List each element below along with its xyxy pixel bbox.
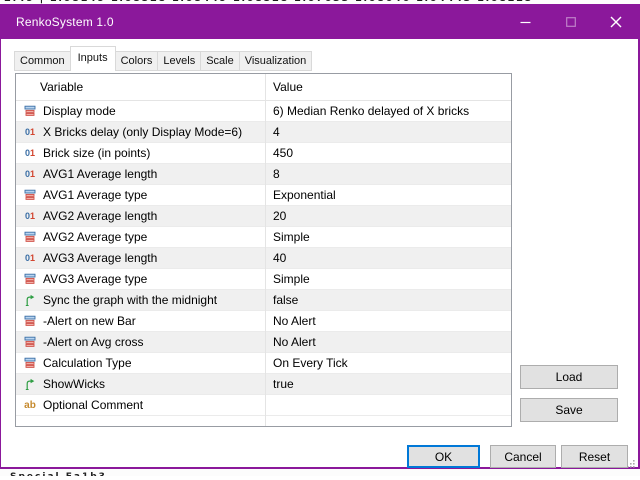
value-cell[interactable]: 6) Median Renko delayed of X bricks [265, 104, 511, 118]
integer-icon: 01 [24, 169, 36, 179]
value-cell[interactable]: Simple [265, 230, 511, 244]
integer-icon: 01 [24, 148, 36, 158]
header-variable: Variable [40, 80, 84, 94]
table-row[interactable]: Display mode 6) Median Renko delayed of X… [16, 101, 511, 122]
variable-label: Sync the graph with the midnight [43, 293, 218, 307]
value-cell[interactable]: Simple [265, 272, 511, 286]
table-row[interactable]: 01 AVG2 Average length 20 [16, 206, 511, 227]
variable-label: AVG2 Average type [43, 230, 148, 244]
close-button[interactable] [593, 5, 638, 39]
table-row[interactable]: 01 AVG3 Average length 40 [16, 248, 511, 269]
enum-icon [23, 357, 37, 369]
variable-label: AVG2 Average length [43, 209, 158, 223]
variable-label: ShowWicks [43, 377, 106, 391]
table-row[interactable]: AVG3 Average type Simple [16, 269, 511, 290]
variable-label: -Alert on new Bar [43, 314, 136, 328]
value-cell[interactable]: 8 [265, 167, 511, 181]
resize-grip[interactable] [626, 455, 635, 468]
variable-label: Calculation Type [43, 356, 132, 370]
table-header: Variable Value [16, 74, 511, 101]
title-bar[interactable]: RenkoSystem 1.0 [1, 5, 638, 39]
table-row[interactable]: 01 Brick size (in points) 450 [16, 143, 511, 164]
variable-label: AVG1 Average type [43, 188, 148, 202]
dialog-window: RenkoSystem 1.0 Common Inputs Colors Levels… [0, 4, 640, 469]
value-cell[interactable]: true [265, 377, 511, 391]
value-cell[interactable]: On Every Tick [265, 356, 511, 370]
boolean-icon [23, 294, 37, 306]
integer-icon: 01 [24, 211, 36, 221]
variable-label: X Bricks delay (only Display Mode=6) [43, 125, 243, 139]
boolean-icon [23, 378, 37, 390]
value-cell[interactable]: 450 [265, 146, 511, 160]
variable-label: Brick size (in points) [43, 146, 151, 160]
integer-icon: 01 [24, 127, 36, 137]
table-row[interactable]: ShowWicks true [16, 374, 511, 395]
table-row[interactable]: Calculation Type On Every Tick [16, 353, 511, 374]
column-divider [265, 74, 266, 426]
cancel-button[interactable]: Cancel [490, 445, 556, 468]
table-row[interactable]: AVG1 Average type Exponential [16, 185, 511, 206]
enum-icon [23, 336, 37, 348]
tab-bar: Common Inputs Colors Levels Scale Visualizati… [14, 45, 313, 71]
enum-icon [23, 273, 37, 285]
tab-visualization[interactable]: Visualization [238, 51, 313, 71]
reset-button[interactable]: Reset [561, 445, 628, 468]
load-button[interactable]: Load [520, 365, 618, 389]
value-cell[interactable]: No Alert [265, 314, 511, 328]
backdrop-bottom-strip: Special Ea1b3 [0, 469, 640, 476]
variable-label: AVG1 Average length [43, 167, 158, 181]
variable-label: AVG3 Average type [43, 272, 148, 286]
window-title: RenkoSystem 1.0 [16, 15, 114, 29]
tab-scale[interactable]: Scale [200, 51, 240, 71]
value-cell[interactable]: 40 [265, 251, 511, 265]
table-row[interactable]: ab Optional Comment [16, 395, 511, 416]
tab-colors[interactable]: Colors [114, 51, 159, 71]
table-row[interactable]: AVG2 Average type Simple [16, 227, 511, 248]
ok-button[interactable]: OK [407, 445, 480, 468]
variable-label: Display mode [43, 104, 116, 118]
value-cell[interactable]: 4 [265, 125, 511, 139]
enum-icon [23, 231, 37, 243]
value-cell[interactable]: Exponential [265, 188, 511, 202]
value-cell[interactable]: No Alert [265, 335, 511, 349]
close-icon [610, 16, 622, 28]
window-controls [503, 5, 638, 39]
maximize-button[interactable] [548, 5, 593, 39]
tab-common[interactable]: Common [14, 51, 71, 71]
minimize-icon [520, 17, 531, 28]
tab-inputs[interactable]: Inputs [69, 46, 116, 71]
tab-levels[interactable]: Levels [157, 51, 202, 71]
save-button[interactable]: Save [520, 398, 618, 422]
backdrop-bottom-text: Special Ea1b3 [10, 472, 107, 476]
param-table-body: Display mode 6) Median Renko delayed of X… [16, 101, 511, 416]
enum-icon [23, 189, 37, 201]
enum-icon [23, 315, 37, 327]
variable-label: -Alert on Avg cross [43, 335, 144, 349]
table-row[interactable]: 01 AVG1 Average length 8 [16, 164, 511, 185]
header-value: Value [273, 80, 303, 94]
integer-icon: 01 [24, 253, 36, 263]
value-cell[interactable]: 20 [265, 209, 511, 223]
table-row[interactable]: 01 X Bricks delay (only Display Mode=6) 4 [16, 122, 511, 143]
variable-label: AVG3 Average length [43, 251, 158, 265]
table-row[interactable]: -Alert on new Bar No Alert [16, 311, 511, 332]
enum-icon [23, 105, 37, 117]
table-row[interactable]: Sync the graph with the midnight false [16, 290, 511, 311]
value-cell[interactable]: false [265, 293, 511, 307]
variable-label: Optional Comment [43, 398, 144, 412]
maximize-icon [565, 17, 576, 27]
params-table: Variable Value Display mode 6) Median Ren… [15, 73, 512, 427]
table-row[interactable]: -Alert on Avg cross No Alert [16, 332, 511, 353]
text-icon: ab [24, 399, 36, 411]
minimize-button[interactable] [503, 5, 548, 39]
